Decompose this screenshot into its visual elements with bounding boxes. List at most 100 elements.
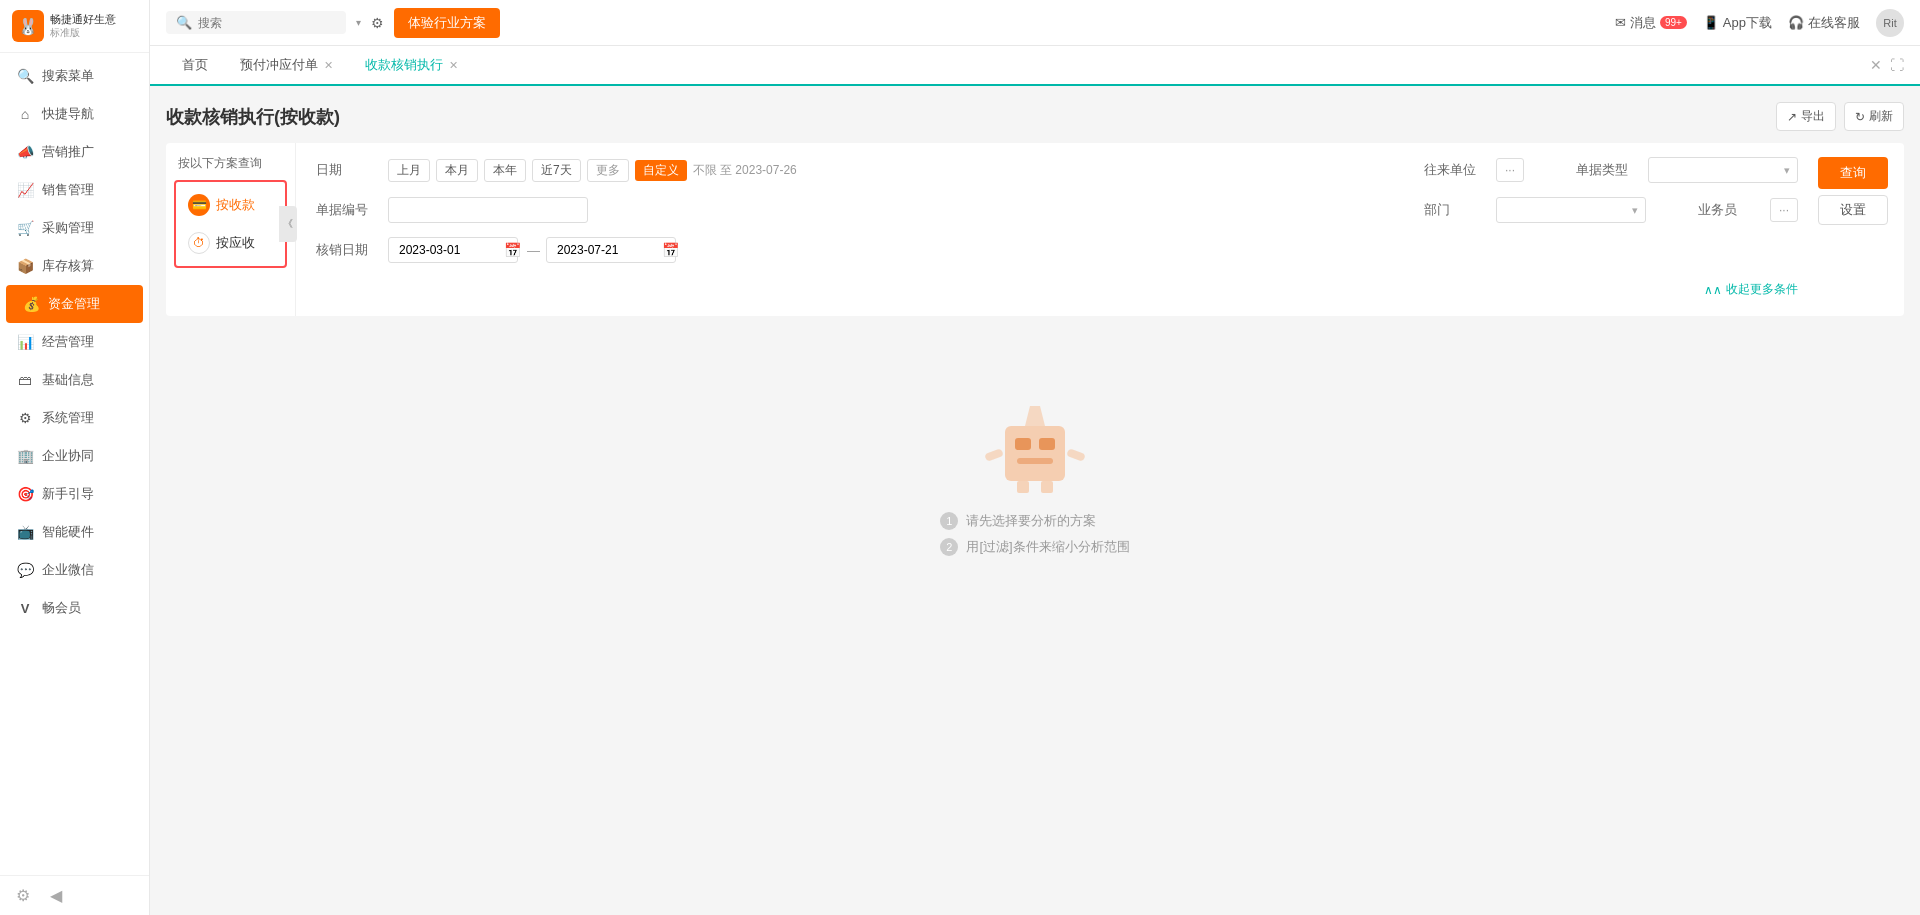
search-input[interactable] [198,16,336,30]
settings-bottom-icon[interactable]: ⚙ [16,886,30,905]
tab-home[interactable]: 首页 [166,46,224,86]
message-btn[interactable]: ✉ 消息 99+ [1615,14,1687,32]
filter-option-receivable-label: 按应收 [216,234,255,252]
search-icon: 🔍 [176,15,192,30]
app-download-btn[interactable]: 📱 App下载 [1703,14,1772,32]
sidebar-nav: 🔍 搜索菜单 ⌂ 快捷导航 📣 营销推广 📈 销售管理 🛒 采购管理 📦 库存核… [0,53,149,875]
sidebar-label-vip: 畅会员 [42,599,81,617]
sidebar: 🐰 畅捷通好生意 标准版 🔍 搜索菜单 ⌂ 快捷导航 📣 营销推广 📈 销售管理… [0,0,150,915]
date-label: 日期 [316,161,372,179]
svg-rect-6 [1066,448,1086,462]
page-content: 收款核销执行(按收款) ↗ 导出 ↻ 刷新 按以下方案查询 [150,86,1920,915]
refresh-label: 刷新 [1869,108,1893,125]
collapse-more-button[interactable]: ∧∧ 收起更多条件 [1704,277,1798,302]
empty-illustration [975,396,1095,496]
tab-receipts[interactable]: 收款核销执行 ✕ [349,46,474,86]
export-icon: ↗ [1787,110,1797,124]
sidebar-item-purchase[interactable]: 🛒 采购管理 [0,209,149,247]
empty-state: 1 请先选择要分析的方案 2 用[过滤]条件来缩小分析范围 [166,316,1904,636]
query-form-wrapper: 日期 上月 本月 本年 近7天 更多 自定义 不限 至 2023-07-26 往… [296,143,1904,316]
logo-icon: 🐰 [12,10,44,42]
sidebar-label-sales: 销售管理 [42,181,94,199]
maximize-tab-button[interactable]: ⛶ [1890,57,1904,73]
dept-select[interactable] [1496,197,1646,223]
app-download-label: App下载 [1723,14,1772,32]
sidebar-item-finance[interactable]: 💰 资金管理 [6,285,143,323]
topbar-right: ✉ 消息 99+ 📱 App下载 🎧 在线客服 Rit [1615,9,1904,37]
date-btn-this-year[interactable]: 本年 [484,159,526,182]
chevron-down-icon[interactable]: ▾ [356,17,361,28]
sidebar-item-hardware[interactable]: 📺 智能硬件 [0,513,149,551]
tab-prepay-close[interactable]: ✕ [324,59,333,72]
user-avatar[interactable]: Rit [1876,9,1904,37]
verify-date-range: 📅 — 📅 [388,237,679,263]
tab-prepay[interactable]: 预付冲应付单 ✕ [224,46,349,86]
online-service-btn[interactable]: 🎧 在线客服 [1788,14,1860,32]
date-btn-7days[interactable]: 近7天 [532,159,581,182]
counterparty-input[interactable]: ··· [1496,158,1524,182]
sidebar-item-quick-nav[interactable]: ⌂ 快捷导航 [0,95,149,133]
filter-option-by-receivable[interactable]: ⏱ 按应收 [180,224,281,262]
date-btn-last-month[interactable]: 上月 [388,159,430,182]
settings-button[interactable]: 设置 [1818,195,1888,225]
form-row-3: 核销日期 📅 — 📅 [316,237,1798,263]
sales-icon: 📈 [16,182,34,198]
staff-label: 业务员 [1698,201,1754,219]
date-filter: 上月 本月 本年 近7天 更多 自定义 不限 至 2023-07-26 [388,159,797,182]
calendar-end-icon[interactable]: 📅 [662,242,679,258]
sidebar-item-guide[interactable]: 🎯 新手引导 [0,475,149,513]
sidebar-item-enterprise[interactable]: 🏢 企业协同 [0,437,149,475]
query-button[interactable]: 查询 [1818,157,1888,189]
inventory-icon: 📦 [16,258,34,274]
sidebar-item-search[interactable]: 🔍 搜索菜单 [0,57,149,95]
message-icon: ✉ [1615,15,1626,30]
tab-receipts-label: 收款核销执行 [365,56,443,74]
solution-button[interactable]: 体验行业方案 [394,8,500,38]
svg-rect-7 [1017,481,1029,493]
topbar-search-box[interactable]: 🔍 [166,11,346,34]
sidebar-label-finance: 资金管理 [48,295,100,313]
verify-date-label: 核销日期 [316,241,372,259]
hint-text-1: 请先选择要分析的方案 [966,512,1096,530]
staff-input[interactable]: ··· [1770,198,1798,222]
date-btn-this-month[interactable]: 本月 [436,159,478,182]
verify-start-input[interactable] [388,237,518,263]
tab-receipts-close[interactable]: ✕ [449,59,458,72]
filter-option-by-receipt[interactable]: 💳 按收款 [180,186,281,224]
search-icon: 🔍 [16,68,34,84]
gear-icon[interactable]: ⚙ [371,15,384,31]
doc-type-select[interactable] [1648,157,1798,183]
filter-option-receipt-label: 按收款 [216,196,255,214]
collapse-more-label: 收起更多条件 [1726,281,1798,298]
collapse-filter-button[interactable]: 《 [279,206,297,242]
close-tab-button[interactable]: ✕ [1870,57,1882,73]
sidebar-item-sales[interactable]: 📈 销售管理 [0,171,149,209]
filter-area: 按以下方案查询 💳 按收款 ⏱ 按应收 《 [166,143,1904,316]
calendar-start-icon[interactable]: 📅 [504,242,521,258]
dept-label: 部门 [1424,201,1480,219]
base-info-icon: 🗃 [16,372,34,388]
sidebar-item-inventory[interactable]: 📦 库存核算 [0,247,149,285]
doc-no-input[interactable] [388,197,588,223]
sidebar-item-wechat[interactable]: 💬 企业微信 [0,551,149,589]
sidebar-item-business[interactable]: 📊 经营管理 [0,323,149,361]
doc-type-select-wrapper [1648,157,1798,183]
sidebar-item-marketing[interactable]: 📣 营销推广 [0,133,149,171]
sidebar-item-vip[interactable]: V 畅会员 [0,589,149,627]
chevron-up-icon: ∧∧ [1704,283,1722,297]
collapse-sidebar-icon[interactable]: ◀ [50,886,62,905]
sidebar-item-system[interactable]: ⚙ 系统管理 [0,399,149,437]
refresh-icon: ↻ [1855,110,1865,124]
tabs-bar: 首页 预付冲应付单 ✕ 收款核销执行 ✕ ✕ ⛶ [150,46,1920,86]
filter-sidebar: 按以下方案查询 💳 按收款 ⏱ 按应收 《 [166,143,296,316]
date-btn-more[interactable]: 更多 [587,159,629,182]
page-actions: ↗ 导出 ↻ 刷新 [1776,102,1904,131]
refresh-button[interactable]: ↻ 刷新 [1844,102,1904,131]
message-label: 消息 [1630,14,1656,32]
export-button[interactable]: ↗ 导出 [1776,102,1836,131]
verify-end-input[interactable] [546,237,676,263]
finance-icon: 💰 [22,296,40,312]
sidebar-label-wechat: 企业微信 [42,561,94,579]
export-label: 导出 [1801,108,1825,125]
sidebar-item-base-info[interactable]: 🗃 基础信息 [0,361,149,399]
